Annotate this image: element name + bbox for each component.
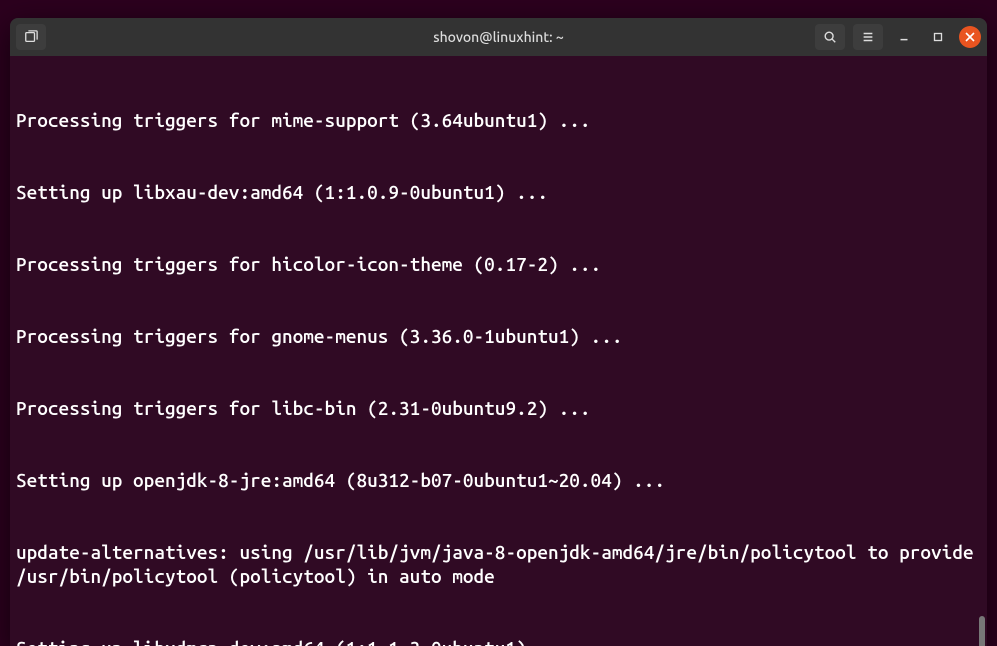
new-tab-icon [24, 30, 38, 44]
hamburger-icon [861, 30, 875, 44]
output-line: Processing triggers for gnome-menus (3.3… [16, 324, 981, 348]
maximize-button[interactable] [925, 24, 951, 50]
close-button[interactable] [959, 26, 981, 48]
output-line: Setting up libxau-dev:amd64 (1:1.0.9-0ub… [16, 180, 981, 204]
terminal-window: shovon@linuxhint: ~ [10, 18, 987, 646]
minimize-button[interactable] [891, 24, 917, 50]
new-tab-button[interactable] [16, 24, 46, 50]
maximize-icon [931, 30, 945, 44]
search-button[interactable] [815, 24, 845, 50]
search-icon [823, 30, 837, 44]
output-line: Setting up openjdk-8-jre:amd64 (8u312-b0… [16, 468, 981, 492]
minimize-icon [897, 30, 911, 44]
output-line: Processing triggers for libc-bin (2.31-0… [16, 396, 981, 420]
output-line: Processing triggers for hicolor-icon-the… [16, 252, 981, 276]
titlebar: shovon@linuxhint: ~ [10, 18, 987, 56]
terminal-output-area[interactable]: Processing triggers for mime-support (3.… [10, 56, 987, 646]
output-line: update-alternatives: using /usr/lib/jvm/… [16, 540, 981, 588]
scrollbar-thumb[interactable] [979, 616, 985, 646]
close-icon [965, 32, 975, 42]
output-line: Processing triggers for mime-support (3.… [16, 108, 981, 132]
menu-button[interactable] [853, 24, 883, 50]
output-line: Setting up libxdmcp-dev:amd64 (1:1.1.3-0… [16, 636, 981, 646]
